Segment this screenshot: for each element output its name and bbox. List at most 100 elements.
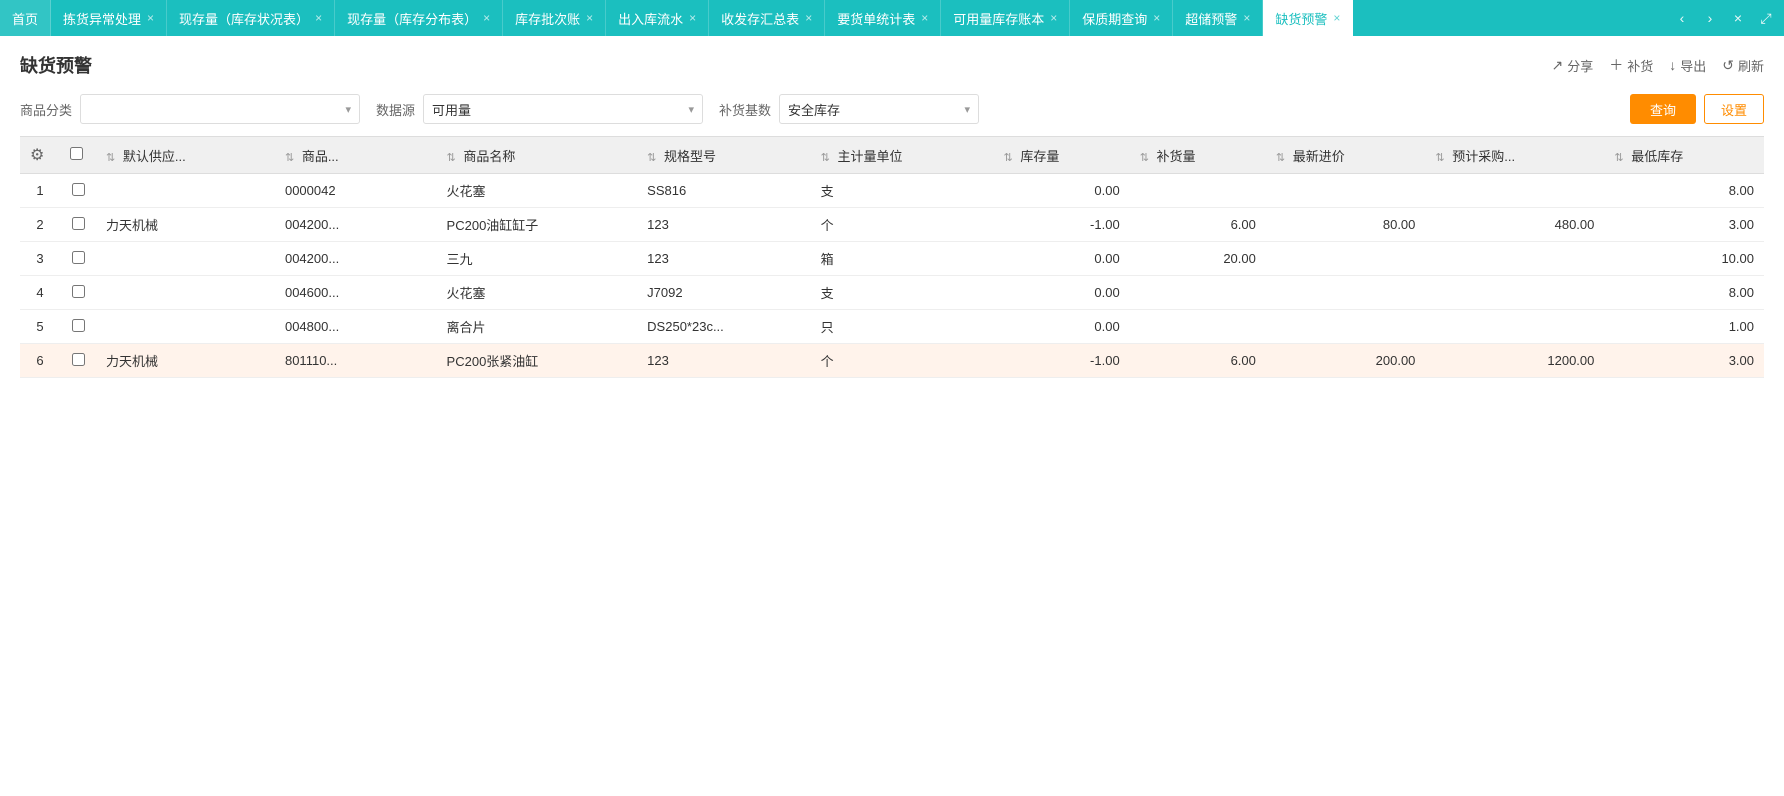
row-checkbox[interactable] [72,319,85,332]
cell-min-stock: 3.00 [1604,344,1764,378]
col-replenish-header[interactable]: 补货量 [1130,137,1266,174]
table-header: ⚙ 默认供应... 商品... 商品名称 规格型号 主计量单位 [20,137,1764,174]
row-checkbox[interactable] [72,251,85,264]
col-price-header[interactable]: 最新进价 [1266,137,1426,174]
replenish-base-select[interactable]: 安全库存 ▾ [779,94,979,124]
col-spec-header[interactable]: 规格型号 [637,137,810,174]
replenish-button[interactable]: ＋ 补货 [1609,55,1653,75]
filter-bar: 商品分类 ▾ 数据源 可用量 ▾ 补货基数 安全库存 ▾ 查询 设置 [20,94,1764,124]
close-tab-icon[interactable]: × [483,11,490,25]
topbar-item-expiry[interactable]: 保质期查询 × [1070,0,1173,36]
cell-spec: J7092 [637,276,810,310]
refresh-button[interactable]: ↺ 刷新 [1722,56,1764,75]
topbar-item-inout-flow[interactable]: 出入库流水× [606,0,709,36]
datasource-select-value: 可用量 [432,100,688,119]
query-button[interactable]: 查询 [1630,94,1696,124]
cell-spec: SS816 [637,174,810,208]
topbar-item-abnormal[interactable]: 拣货异常处理 × [51,0,167,36]
settings-gear-icon[interactable]: ⚙ [30,147,44,164]
topbar-item-label: 拣货异常处理 [63,9,141,28]
cell-unit: 箱 [811,242,994,276]
select-all-checkbox[interactable] [70,147,83,160]
table-row: 10000042火花塞SS816支0.008.00 [20,174,1764,208]
replenish-base-label: 补货基数 [719,100,771,119]
prev-tab-button[interactable]: ‹ [1668,4,1696,32]
cell-spec: 123 [637,242,810,276]
datasource-dropdown-arrow: ▾ [689,103,695,116]
category-select[interactable]: ▾ [80,94,360,124]
page-actions: ↗ 分享 ＋ 补货 ↓ 导出 ↺ 刷新 [1551,55,1764,75]
table-row: 6力天机械801110...PC200张紧油缸123个-1.006.00200.… [20,344,1764,378]
cell-code: 0000042 [275,174,437,208]
col-code-header[interactable]: 商品... [275,137,437,174]
col-estimate-header[interactable]: 预计采购... [1425,137,1604,174]
datasource-label: 数据源 [376,100,415,119]
topbar-controls: ‹ › × ⤢ [1668,4,1784,32]
cell-replenish [1130,276,1266,310]
row-checkbox[interactable] [72,183,85,196]
row-checkbox-cell [60,276,96,310]
datasource-select[interactable]: 可用量 ▾ [423,94,703,124]
topbar-item-label: 保质期查询 [1082,9,1147,28]
close-tab-icon[interactable]: × [315,11,322,25]
table-row: 4004600...火花塞J7092支0.008.00 [20,276,1764,310]
row-checkbox[interactable] [72,353,85,366]
close-tab-icon[interactable]: × [1333,11,1340,25]
close-tab-icon[interactable]: × [1153,11,1160,25]
close-tab-icon[interactable]: × [1050,11,1057,25]
cell-latest-price: 80.00 [1266,208,1426,242]
close-tab-icon[interactable]: × [586,11,593,25]
cell-estimated [1425,242,1604,276]
col-check-header[interactable] [60,137,96,174]
row-checkbox-cell [60,242,96,276]
cell-latest-price [1266,276,1426,310]
table-row: 3004200...三九123箱0.0020.0010.00 [20,242,1764,276]
cell-name: PC200油缸缸子 [437,208,638,242]
cell-unit: 支 [811,174,994,208]
topbar-item-batch[interactable]: 库存批次账 × [503,0,606,36]
close-tab-icon[interactable]: × [689,11,696,25]
cell-supplier [96,276,275,310]
cell-spec: 123 [637,344,810,378]
topbar-item-stock-dist[interactable]: 现存量（库存分布表）× [335,0,503,36]
next-tab-button[interactable]: › [1696,4,1724,32]
export-button[interactable]: ↓ 导出 [1669,56,1706,75]
topbar-item-receipt-summary[interactable]: 收发存汇总表 × [709,0,825,36]
row-checkbox-cell [60,310,96,344]
cell-stock: 0.00 [994,310,1130,344]
share-button[interactable]: ↗ 分享 [1551,56,1593,75]
topbar-item-stock-status[interactable]: 现存量（库存状况表）× [167,0,335,36]
topbar-item-label: 收发存汇总表 [721,9,799,28]
settings-button[interactable]: 设置 [1704,94,1764,124]
cell-supplier [96,242,275,276]
topbar-item-available-ledger[interactable]: 可用量库存账本× [941,0,1070,36]
col-name-header[interactable]: 商品名称 [437,137,638,174]
cell-latest-price [1266,174,1426,208]
col-unit-header[interactable]: 主计量单位 [811,137,994,174]
close-tab-icon[interactable]: × [147,11,154,25]
row-checkbox[interactable] [72,217,85,230]
cell-spec: DS250*23c... [637,310,810,344]
maximize-button[interactable]: ⤢ [1752,4,1780,32]
topbar-item-overstock[interactable]: 超储预警× [1173,0,1263,36]
col-settings[interactable]: ⚙ [20,137,60,174]
col-stock-header[interactable]: 库存量 [994,137,1130,174]
col-minstock-header[interactable]: 最低库存 [1604,137,1764,174]
col-supplier-header[interactable]: 默认供应... [96,137,275,174]
cell-code: 004600... [275,276,437,310]
row-index: 2 [20,208,60,242]
cell-estimated [1425,310,1604,344]
close-tab-icon[interactable]: × [805,11,812,25]
cell-unit: 支 [811,276,994,310]
topbar-item-home[interactable]: 首页 [0,0,51,36]
close-tab-icon[interactable]: × [921,11,928,25]
table-row: 2力天机械004200...PC200油缸缸子123个-1.006.0080.0… [20,208,1764,242]
topbar-item-label: 库存批次账 [515,9,580,28]
close-window-button[interactable]: × [1724,4,1752,32]
row-checkbox-cell [60,174,96,208]
close-tab-icon[interactable]: × [1243,11,1250,25]
topbar-item-shortage[interactable]: 缺货预警× [1263,0,1353,36]
row-checkbox[interactable] [72,285,85,298]
topbar-item-order-stats[interactable]: 要货单统计表× [825,0,941,36]
filter-actions: 查询 设置 [1630,94,1764,124]
